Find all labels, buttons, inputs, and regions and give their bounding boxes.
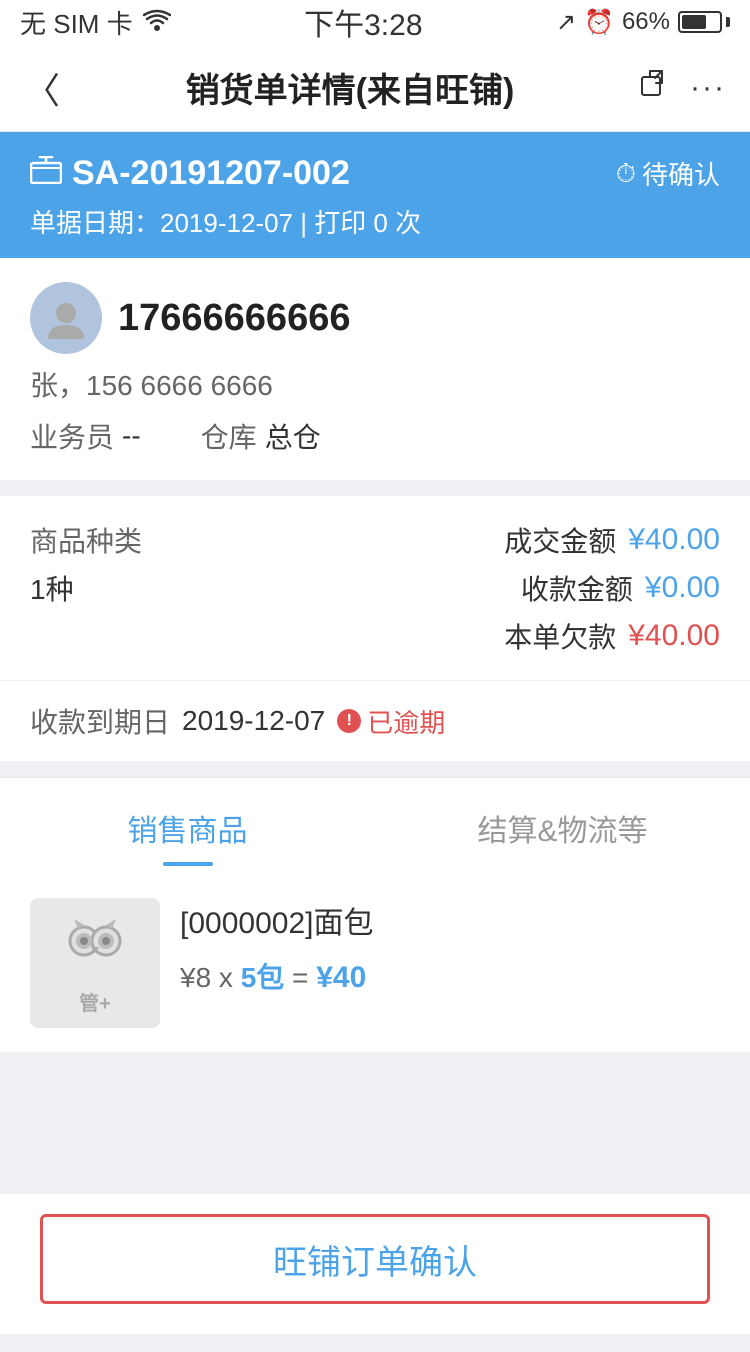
owl-logo-icon <box>60 911 130 983</box>
customer-contact: 张，156 6666 6666 <box>30 364 720 404</box>
customer-meta: 业务员 -- 仓库 总仓 <box>30 416 720 456</box>
order-banner-top: SA-20191207-002 ⏱ 待确认 <box>30 154 720 193</box>
salesperson-label: 业务员 <box>30 416 114 456</box>
overdue-badge: ! 已逾期 <box>337 703 445 740</box>
salesperson-meta: 业务员 -- <box>30 416 141 456</box>
summary-right: 成交金额 ¥40.00 收款金额 ¥0.00 本单欠款 ¥40.00 <box>504 520 720 656</box>
product-total: ¥40 <box>316 961 366 994</box>
product-count: 1种 <box>30 568 142 608</box>
status-bar: 无 SIM 卡 下午3:28 ↗ ⏰ 66% <box>0 0 750 44</box>
tabs-bar: 销售商品 结算&物流等 <box>0 777 750 874</box>
bottom-action: 旺铺订单确认 <box>0 1194 750 1334</box>
order-date-line: 单据日期：2019-12-07 | 打印 0 次 <box>30 203 720 240</box>
customer-phone: 17666666666 <box>118 297 350 340</box>
order-banner: SA-20191207-002 ⏱ 待确认 单据日期：2019-12-07 | … <box>0 132 750 258</box>
product-section: 管+ [0000002]面包 ¥8 x 5包 = ¥40 <box>0 874 750 1052</box>
product-eq: = <box>284 962 316 993</box>
product-name: [0000002]面包 <box>180 898 720 942</box>
alarm-icon: ⏰ <box>584 8 614 37</box>
page-title: 销货单详情(来自旺铺) <box>186 63 515 112</box>
transaction-row: 成交金额 ¥40.00 <box>504 520 720 560</box>
logo-plus-text: 管+ <box>79 987 111 1016</box>
overdue-dot-icon: ! <box>337 709 361 733</box>
owed-row: 本单欠款 ¥40.00 <box>504 616 720 656</box>
transaction-amount: ¥40.00 <box>628 523 720 557</box>
product-types-label: 商品种类 <box>30 520 142 560</box>
product-thumbnail: 管+ <box>30 898 160 1028</box>
order-id: SA-20191207-002 <box>30 154 350 193</box>
product-unit-price: ¥8 x <box>180 962 241 993</box>
overdue-text: 已逾期 <box>367 703 445 740</box>
carrier-label: 无 SIM 卡 <box>20 4 133 41</box>
received-label: 收款金额 <box>521 568 633 608</box>
status-right: ↗ ⏰ 66% <box>556 8 730 37</box>
product-thumb-inner: 管+ <box>60 911 130 1016</box>
order-status: ⏱ 待确认 <box>616 155 720 192</box>
received-amount: ¥0.00 <box>645 571 720 605</box>
divider-1 <box>0 480 750 496</box>
tab-sales[interactable]: 销售商品 <box>0 778 375 874</box>
nav-bar: 〈 销货单详情(来自旺铺) ··· <box>0 44 750 132</box>
summary-section: 商品种类 1种 成交金额 ¥40.00 收款金额 ¥0.00 本单欠款 ¥40.… <box>0 496 750 680</box>
nav-actions: ··· <box>640 69 726 107</box>
location-icon: ↗ <box>556 8 576 37</box>
battery-icon <box>678 11 730 33</box>
received-row: 收款金额 ¥0.00 <box>521 568 720 608</box>
due-date-value: 2019-12-07 <box>182 705 325 737</box>
warehouse-meta: 仓库 总仓 <box>201 416 321 456</box>
due-date-label: 收款到期日 <box>30 701 170 741</box>
warehouse-value: 总仓 <box>265 416 321 456</box>
order-box-icon <box>30 154 62 193</box>
share-icon[interactable] <box>640 69 670 107</box>
avatar <box>30 282 102 354</box>
owed-label: 本单欠款 <box>504 616 616 656</box>
status-time: 下午3:28 <box>304 0 422 44</box>
customer-row: 17666666666 <box>30 282 720 354</box>
due-section: 收款到期日 2019-12-07 ! 已逾期 <box>0 680 750 761</box>
back-button[interactable]: 〈 <box>24 62 60 114</box>
salesperson-value: -- <box>122 420 141 452</box>
summary-left: 商品种类 1种 <box>30 520 142 608</box>
status-left: 无 SIM 卡 <box>20 4 171 41</box>
more-icon[interactable]: ··· <box>690 71 726 105</box>
product-qty: 5包 <box>241 962 285 993</box>
tab-settlement[interactable]: 结算&物流等 <box>375 778 750 874</box>
product-info: [0000002]面包 ¥8 x 5包 = ¥40 <box>180 898 720 996</box>
wifi-icon <box>143 7 171 38</box>
transaction-label: 成交金额 <box>504 520 616 560</box>
clock-icon: ⏱ <box>616 158 636 190</box>
owed-amount: ¥40.00 <box>628 619 720 653</box>
battery-percent: 66% <box>622 8 670 36</box>
customer-section: 17666666666 张，156 6666 6666 业务员 -- 仓库 总仓 <box>0 258 750 480</box>
warehouse-label: 仓库 <box>201 416 257 456</box>
product-price-line: ¥8 x 5包 = ¥40 <box>180 956 720 996</box>
confirm-button[interactable]: 旺铺订单确认 <box>40 1214 710 1304</box>
